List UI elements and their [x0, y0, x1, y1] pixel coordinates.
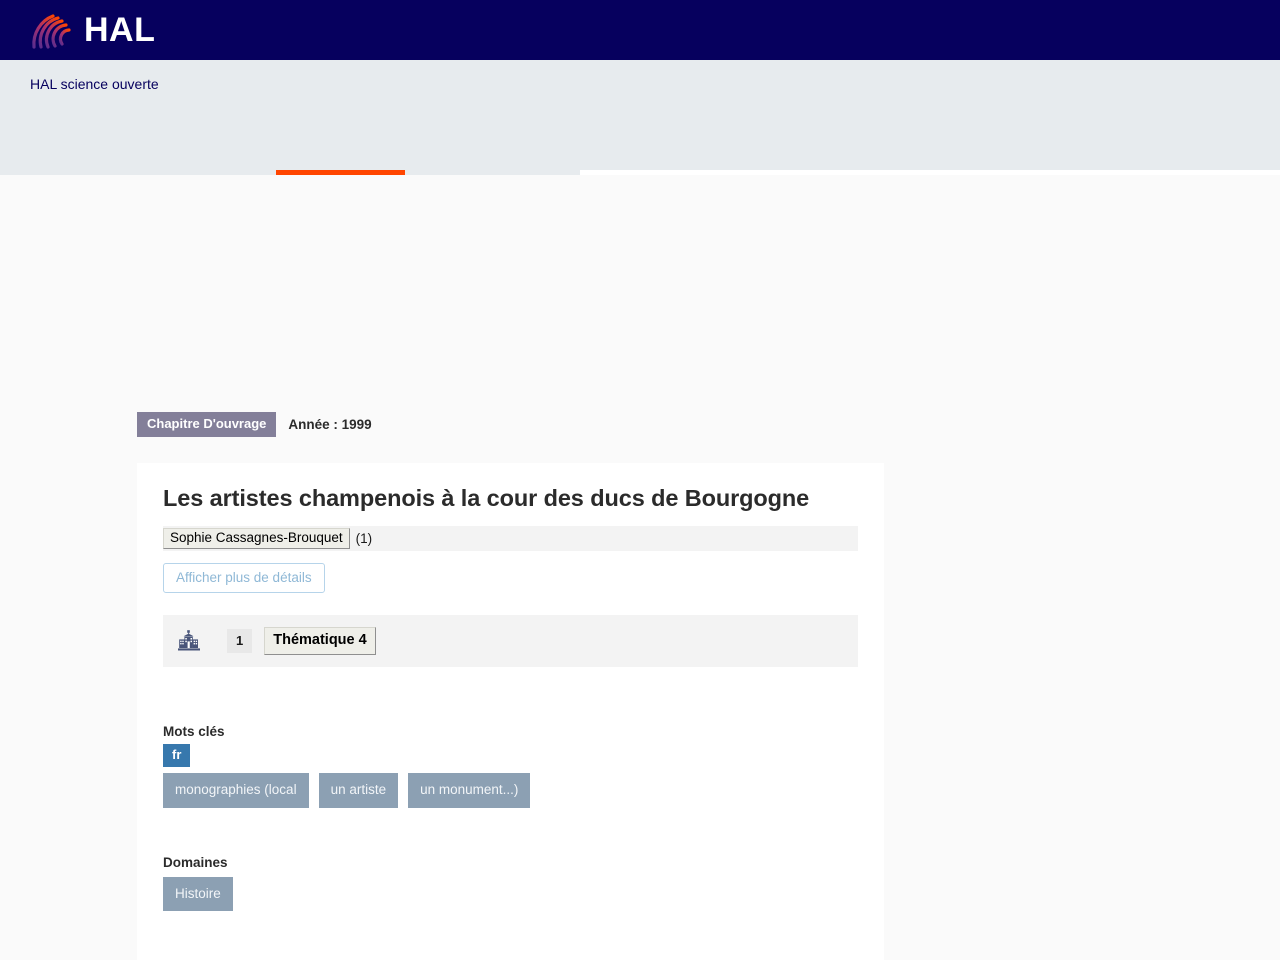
keywords-section: Mots clés fr monographies (local un arti…: [137, 667, 884, 808]
year-label: Année : 1999: [288, 417, 372, 433]
hal-logo-text: HAL: [84, 11, 156, 49]
keyword-language-badge: fr: [163, 744, 191, 768]
keyword-tag[interactable]: monographies (local: [163, 773, 309, 808]
authors-strip: Sophie Cassagnes-Brouquet (1): [163, 526, 858, 551]
affiliation-number: 1: [227, 629, 253, 653]
top-navigation-bar: HAL: [0, 0, 1280, 60]
keyword-tag[interactable]: un monument...): [408, 773, 531, 808]
page-body: Chapitre D'ouvrage Année : 1999 Les arti…: [0, 175, 1280, 960]
author-button[interactable]: Sophie Cassagnes-Brouquet: [163, 527, 350, 550]
author-affiliation-ref: (1): [355, 531, 373, 546]
keyword-tag-list: monographies (local un artiste un monume…: [163, 773, 803, 808]
show-more-details-button[interactable]: Afficher plus de détails: [163, 563, 325, 593]
secondary-bar: HAL science ouverte + Déposer: [0, 60, 1280, 235]
document-type-badge: Chapitre D'ouvrage: [137, 412, 277, 438]
domains-heading: Domaines: [163, 854, 228, 870]
site-name-link[interactable]: HAL science ouverte: [30, 76, 159, 92]
record-card: Les artistes champenois à la cour des du…: [137, 463, 884, 960]
keyword-tag[interactable]: un artiste: [318, 773, 399, 808]
keywords-heading: Mots clés: [163, 724, 225, 739]
page-title: Les artistes champenois à la cour des du…: [163, 485, 810, 511]
domain-tag-list: Histoire: [163, 876, 803, 912]
hal-logo[interactable]: HAL: [30, 10, 155, 50]
domains-section: Domaines Histoire: [137, 808, 884, 912]
affiliation-strip: 1 Thématique 4: [163, 615, 858, 667]
affiliation-button[interactable]: Thématique 4: [264, 627, 376, 655]
domain-tag[interactable]: Histoire: [163, 876, 233, 912]
record-meta-line: Chapitre D'ouvrage Année : 1999: [137, 412, 372, 438]
university-icon: [178, 630, 200, 651]
hal-arcs-logo-icon: [32, 14, 71, 49]
